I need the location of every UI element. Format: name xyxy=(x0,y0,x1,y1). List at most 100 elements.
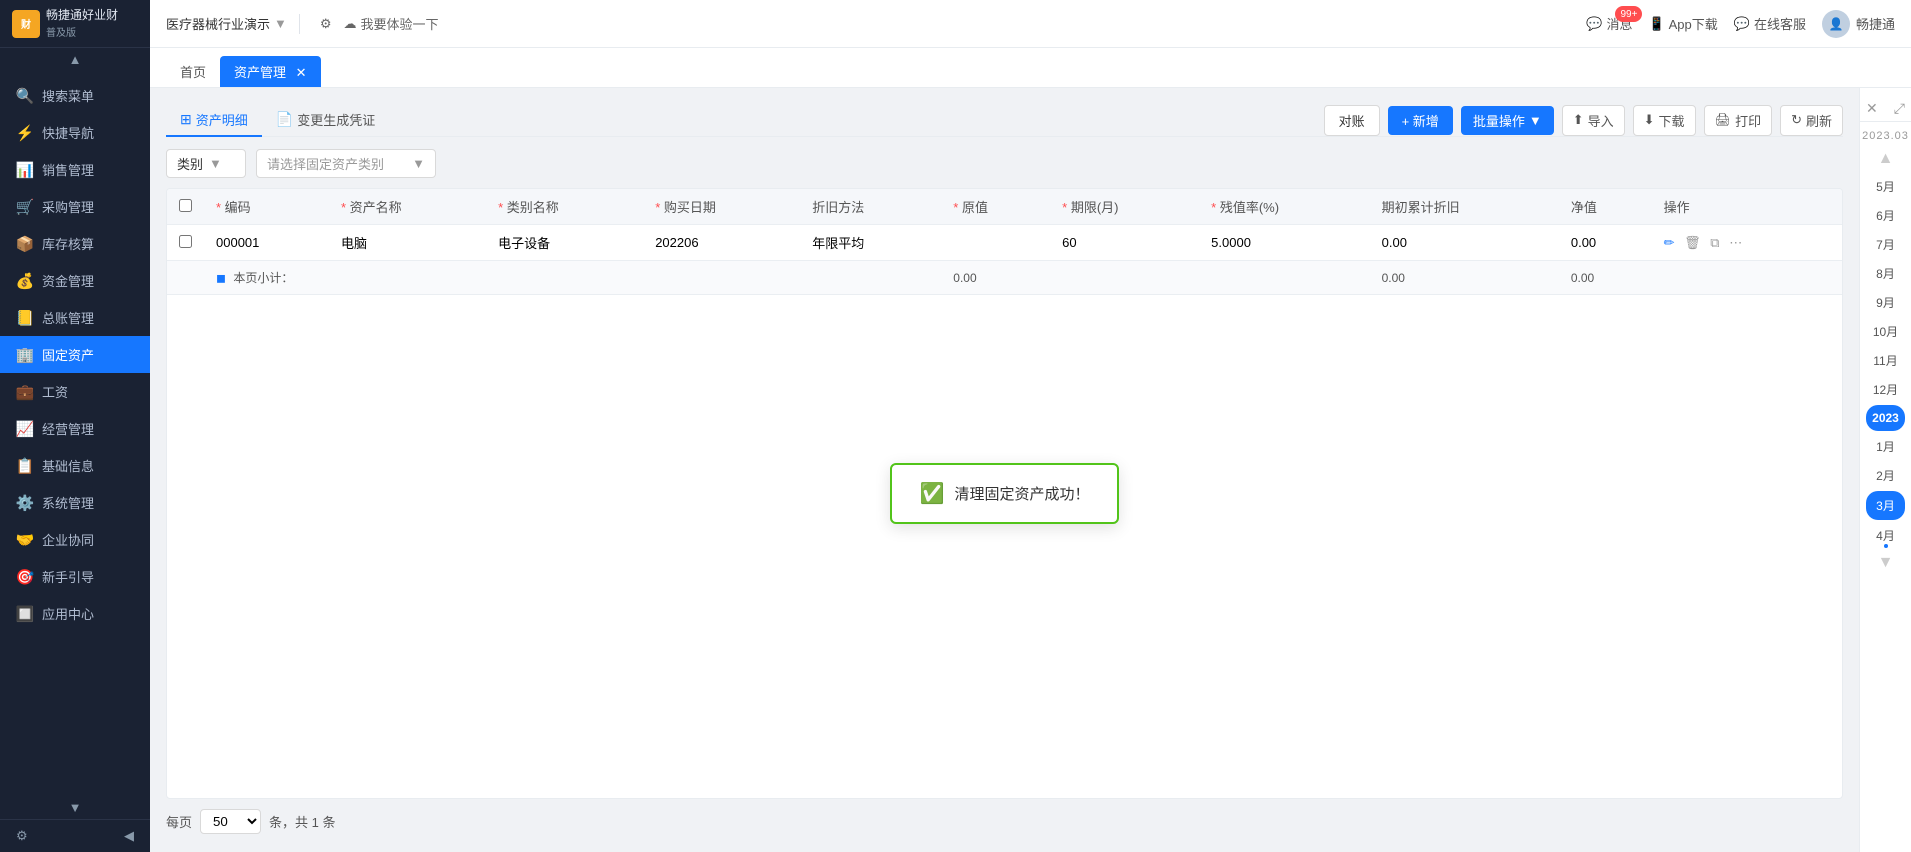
header-original-value: 原值 xyxy=(941,189,1050,225)
online-service-btn[interactable]: 💬 在线客服 xyxy=(1734,14,1806,33)
online-service-label: 在线客服 xyxy=(1754,14,1806,33)
cell-purchase-date: 202206 xyxy=(643,225,800,261)
month-9[interactable]: 9月 xyxy=(1860,288,1911,317)
panel-scroll-down[interactable]: ▼ xyxy=(1874,550,1898,576)
new-btn[interactable]: + 新增 xyxy=(1388,106,1453,135)
subtotal-action xyxy=(1652,261,1842,295)
topbar: 医疗器械行业演示 ▼ ⚙ ☁ 我要体验一下 💬 消息 99+ 📱 App下载 💬… xyxy=(150,0,1911,48)
subtotal-net: 0.00 xyxy=(1559,261,1652,295)
month-10[interactable]: 10月 xyxy=(1860,317,1911,346)
sub-tab-asset-detail[interactable]: ⊞ 资产明细 xyxy=(166,104,262,137)
payroll-icon: 💼 xyxy=(16,383,34,401)
sidebar-item-ledger[interactable]: 📒 总账管理 xyxy=(0,299,150,336)
category-input[interactable]: 请选择固定资产类别 ▼ xyxy=(256,149,436,178)
sidebar-item-label-quick_nav: 快捷导航 xyxy=(42,123,94,142)
panel-close-icon[interactable]: ✕ xyxy=(1866,100,1878,117)
subtotal-residual xyxy=(1199,261,1369,295)
sidebar-item-payroll[interactable]: 💼 工资 xyxy=(0,373,150,410)
panel-scroll-up[interactable]: ▲ xyxy=(1874,146,1898,172)
sidebar-item-inventory[interactable]: 📦 库存核算 xyxy=(0,225,150,262)
month-3-active[interactable]: 3月 xyxy=(1866,491,1905,520)
sales-icon: 📊 xyxy=(16,161,34,179)
month-11[interactable]: 11月 xyxy=(1860,346,1911,375)
search-icon: 🔍 xyxy=(16,87,34,105)
company-name: 医疗器械行业演示 xyxy=(166,14,270,33)
sidebar-item-guide[interactable]: 🎯 新手引导 xyxy=(0,558,150,595)
more-icon[interactable]: ⋯ xyxy=(1729,235,1742,250)
sidebar-item-purchase[interactable]: 🛒 采购管理 xyxy=(0,188,150,225)
sidebar-item-enterprise[interactable]: 🤝 企业协同 xyxy=(0,521,150,558)
copy-icon[interactable]: ⧉ xyxy=(1710,235,1719,250)
per-page-select[interactable]: 50 100 200 xyxy=(200,809,261,834)
purchase-icon: 🛒 xyxy=(16,198,34,216)
topbar-divider xyxy=(299,14,300,34)
sidebar-item-label-payroll: 工资 xyxy=(42,382,68,401)
asset-table: 编码 资产名称 类别名称 购买日期 折旧方法 原值 期限(月) 残值率(%) 期… xyxy=(166,188,1843,799)
month-6[interactable]: 6月 xyxy=(1860,201,1911,230)
batch-ops-btn[interactable]: 批量操作 ▼ xyxy=(1461,106,1554,135)
row-checkbox-cell xyxy=(167,225,204,261)
header-category: 类别名称 xyxy=(486,189,643,225)
month-1[interactable]: 1月 xyxy=(1860,432,1911,461)
sidebar-item-app_center[interactable]: 🔲 应用中心 xyxy=(0,595,150,632)
tab-close-icon[interactable]: ✕ xyxy=(296,65,307,80)
right-panel: ✕ ⤢ 2023.03 ▲ 5月 6月 7月 8月 9月 10月 11月 12月… xyxy=(1859,88,1911,852)
sidebar-item-basic_info[interactable]: 📋 基础信息 xyxy=(0,447,150,484)
cell-original-value xyxy=(941,225,1050,261)
download-btn[interactable]: ⬇ 下载 xyxy=(1633,105,1696,136)
sidebar-item-search[interactable]: 🔍 搜索菜单 xyxy=(0,77,150,114)
month-5[interactable]: 5月 xyxy=(1860,172,1911,201)
input-dropdown-icon: ▼ xyxy=(412,156,425,171)
logo-icon: 财 xyxy=(12,10,40,38)
import-btn[interactable]: ⬆ 导入 xyxy=(1562,105,1625,136)
month-7[interactable]: 7月 xyxy=(1860,230,1911,259)
sidebar-item-label-app_center: 应用中心 xyxy=(42,604,94,623)
month-2[interactable]: 2月 xyxy=(1860,461,1911,490)
panel-expand-icon[interactable]: ⤢ xyxy=(1894,100,1905,117)
message-btn[interactable]: 💬 消息 99+ xyxy=(1586,14,1632,33)
sidebar-item-quick_nav[interactable]: ⚡ 快捷导航 xyxy=(0,114,150,151)
settings-icon[interactable]: ⚙ xyxy=(16,828,28,844)
sidebar-scroll-down[interactable]: ▼ xyxy=(0,796,150,819)
tab-home[interactable]: 首页 xyxy=(166,56,220,87)
experience-btn[interactable]: ☁ 我要体验一下 xyxy=(344,14,439,33)
month-8[interactable]: 8月 xyxy=(1860,259,1911,288)
sidebar-scroll-up[interactable]: ▲ xyxy=(0,48,150,71)
message-badge: 99+ xyxy=(1615,6,1642,22)
edit-icon[interactable]: ✏ xyxy=(1664,235,1675,250)
tab-asset-management[interactable]: 资产管理 ✕ xyxy=(220,56,321,87)
refresh-btn[interactable]: ↻ 刷新 xyxy=(1780,105,1843,136)
topbar-gear-icon[interactable]: ⚙ xyxy=(320,16,332,32)
sidebar-item-label-fixed_assets: 固定资产 xyxy=(42,345,94,364)
cell-depreciation-method: 年限平均 xyxy=(800,225,941,261)
year-2023-badge[interactable]: 2023 xyxy=(1866,405,1905,431)
row-checkbox[interactable] xyxy=(179,235,192,248)
header-residual-rate: 残值率(%) xyxy=(1199,189,1369,225)
sidebar-item-sales[interactable]: 📊 销售管理 xyxy=(0,151,150,188)
sub-tab-change-voucher[interactable]: 📄 变更生成凭证 xyxy=(262,104,389,137)
collapse-icon[interactable]: ◀ xyxy=(124,828,134,844)
header-purchase-date: 购买日期 xyxy=(643,189,800,225)
company-selector[interactable]: 医疗器械行业演示 ▼ xyxy=(166,14,287,33)
month-12[interactable]: 12月 xyxy=(1860,375,1911,404)
user-menu[interactable]: 👤 畅捷通 xyxy=(1822,10,1895,38)
sidebar-bottom: ⚙ ◀ xyxy=(0,819,150,852)
sidebar-item-operations[interactable]: 📈 经营管理 xyxy=(0,410,150,447)
category-select[interactable]: 类别 ▼ xyxy=(166,149,246,178)
select-all-checkbox[interactable] xyxy=(179,199,192,212)
month-4[interactable]: 4月 xyxy=(1860,521,1911,550)
cell-residual-rate: 5.0000 xyxy=(1199,225,1369,261)
sidebar-item-fixed_assets[interactable]: 🏢 固定资产 xyxy=(0,336,150,373)
print-btn[interactable]: 🖨 打印 xyxy=(1704,105,1773,136)
subtotal-period xyxy=(1050,261,1199,295)
sidebar-item-system[interactable]: ⚙️ 系统管理 xyxy=(0,484,150,521)
app_center-icon: 🔲 xyxy=(16,605,34,623)
app-download-btn[interactable]: 📱 App下载 xyxy=(1648,14,1717,33)
delete-icon[interactable]: 🗑 xyxy=(1684,235,1701,250)
guide-icon: 🎯 xyxy=(16,568,34,586)
reconcile-btn[interactable]: 对账 xyxy=(1324,105,1380,136)
content-main: ⊞ 资产明细 📄 变更生成凭证 对账 + 新增 批量操作 xyxy=(150,88,1859,852)
sidebar-item-label-enterprise: 企业协同 xyxy=(42,530,94,549)
cell-initial-accumulated: 0.00 xyxy=(1370,225,1559,261)
sidebar-item-funds[interactable]: 💰 资金管理 xyxy=(0,262,150,299)
